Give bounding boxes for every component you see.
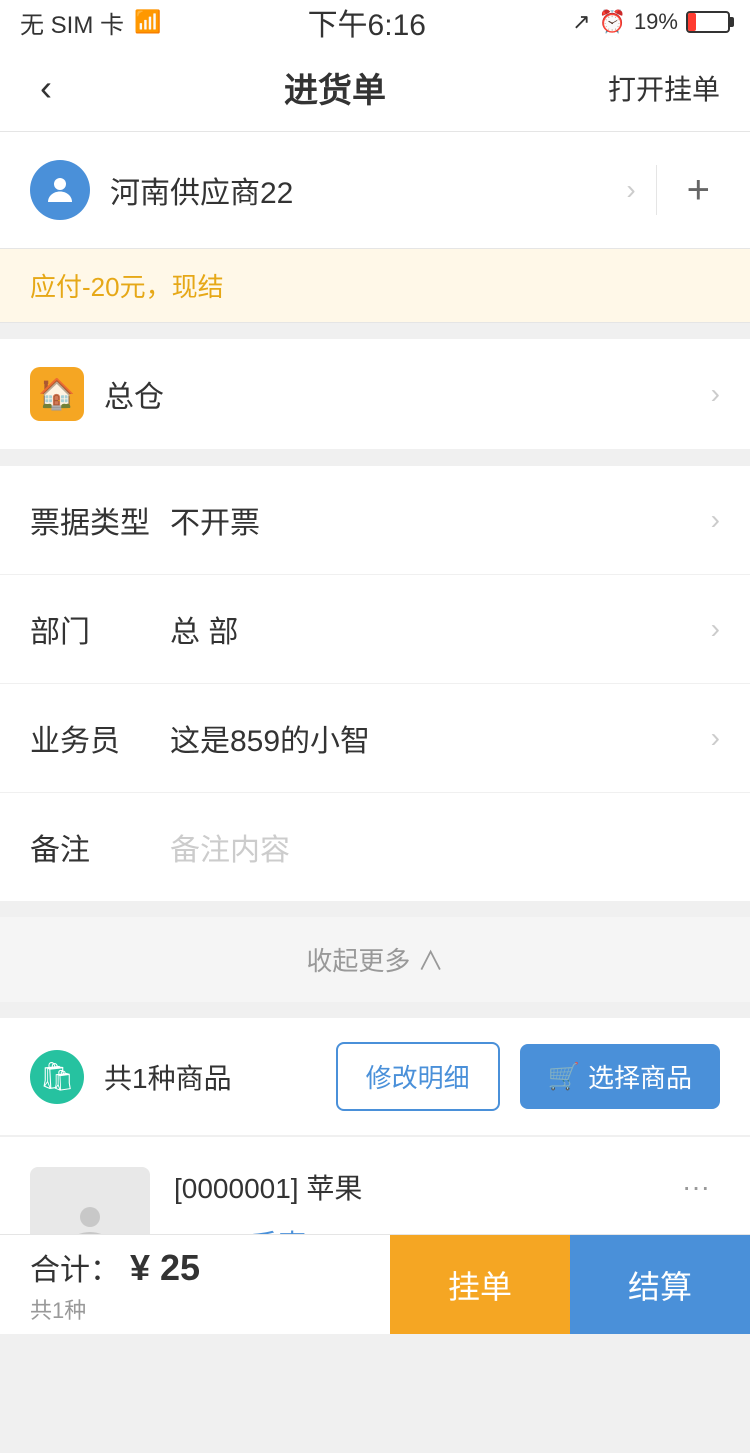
- back-button[interactable]: ‹: [30, 57, 62, 119]
- status-bar: 无 SIM 卡 📶 下午6:16 ↗ ⏰ 19%: [0, 0, 750, 44]
- select-label: 选择商品: [588, 1058, 692, 1095]
- cart-icon-wrap: 🛍: [30, 1050, 84, 1104]
- sub-count: 共1种: [30, 1293, 360, 1325]
- hang-button[interactable]: 挂单: [390, 1235, 570, 1334]
- person-icon: [42, 172, 78, 208]
- chevron-right-icon: ›: [711, 378, 720, 410]
- notice-banner: 应付-20元，现结: [0, 249, 750, 323]
- collapse-bar[interactable]: 收起更多 ∧: [0, 917, 750, 1002]
- product-name: [0000001] 苹果: [174, 1167, 648, 1207]
- open-hang-button[interactable]: 打开挂单: [608, 68, 720, 108]
- page-title: 进货单: [284, 63, 386, 112]
- supplier-name: 河南供应商22: [110, 168, 626, 212]
- warehouse-section: 🏠 总仓 ›: [0, 339, 750, 450]
- invoice-type-value: 不开票: [160, 498, 711, 542]
- select-product-button[interactable]: 🛒 选择商品: [520, 1044, 720, 1109]
- warehouse-label: 总仓: [104, 372, 711, 416]
- department-value: 总 部: [160, 607, 711, 651]
- salesman-label: 业务员: [30, 716, 160, 760]
- chevron-right-icon: ›: [711, 613, 720, 645]
- chevron-right-icon: ›: [711, 504, 720, 536]
- checkout-button[interactable]: 结算: [570, 1235, 750, 1334]
- time-label: 下午6:16: [308, 0, 426, 44]
- product-code: [0000001]: [174, 1173, 299, 1204]
- alarm-icon: ⏰: [599, 9, 626, 35]
- collapse-label: 收起更多 ∧: [306, 946, 443, 976]
- footer-total: 合计： ¥ 25 共1种: [0, 1235, 390, 1334]
- notice-text: 应付-20元，现结: [30, 272, 224, 302]
- product-title: 苹果: [306, 1173, 362, 1204]
- edit-detail-button[interactable]: 修改明细: [336, 1042, 500, 1111]
- salesman-row[interactable]: 业务员 这是859的小智 ›: [0, 684, 750, 793]
- product-count: 共1种商品: [104, 1057, 316, 1097]
- footer: 合计： ¥ 25 共1种 挂单 结算: [0, 1234, 750, 1334]
- cart-icon: 🛍: [39, 1060, 75, 1093]
- warehouse-icon-wrap: 🏠: [30, 367, 84, 421]
- remark-label: 备注: [30, 825, 160, 869]
- wifi-icon: 📶: [134, 9, 161, 35]
- nav-bar: ‹ 进货单 打开挂单: [0, 44, 750, 132]
- warehouse-row[interactable]: 🏠 总仓 ›: [0, 339, 750, 450]
- remark-input[interactable]: 备注内容: [160, 825, 720, 869]
- battery-percent: 19%: [634, 9, 678, 35]
- form-section: 票据类型 不开票 › 部门 总 部 › 业务员 这是859的小智 › 备注 备注…: [0, 466, 750, 901]
- status-left: 无 SIM 卡 📶: [20, 5, 161, 40]
- department-row[interactable]: 部门 总 部 ›: [0, 575, 750, 684]
- supplier-row[interactable]: 河南供应商22 › +: [0, 132, 750, 249]
- more-button[interactable]: ···: [672, 1167, 720, 1207]
- location-icon: ↗: [572, 9, 590, 35]
- department-label: 部门: [30, 607, 160, 651]
- add-button[interactable]: +: [677, 168, 720, 213]
- house-icon: 🏠: [38, 377, 75, 412]
- status-right: ↗ ⏰ 19%: [572, 9, 730, 35]
- salesman-value: 这是859的小智: [160, 716, 711, 760]
- invoice-type-label: 票据类型: [30, 498, 160, 542]
- invoice-type-row[interactable]: 票据类型 不开票 ›: [0, 466, 750, 575]
- products-header: 🛍 共1种商品 修改明细 🛒 选择商品: [0, 1018, 750, 1136]
- remark-row[interactable]: 备注 备注内容: [0, 793, 750, 901]
- chevron-right-icon: ›: [626, 174, 635, 206]
- battery-icon: [686, 11, 730, 33]
- supplier-avatar: [30, 160, 90, 220]
- total-label: 合计：: [30, 1245, 120, 1289]
- divider: [656, 165, 657, 215]
- carrier-label: 无 SIM 卡: [20, 5, 124, 40]
- total-amount: ¥ 25: [130, 1247, 200, 1289]
- chevron-right-icon: ›: [711, 722, 720, 754]
- select-icon: 🛒: [548, 1061, 580, 1092]
- total-row: 合计： ¥ 25: [30, 1245, 360, 1289]
- supplier-section: 河南供应商22 › + 应付-20元，现结: [0, 132, 750, 323]
